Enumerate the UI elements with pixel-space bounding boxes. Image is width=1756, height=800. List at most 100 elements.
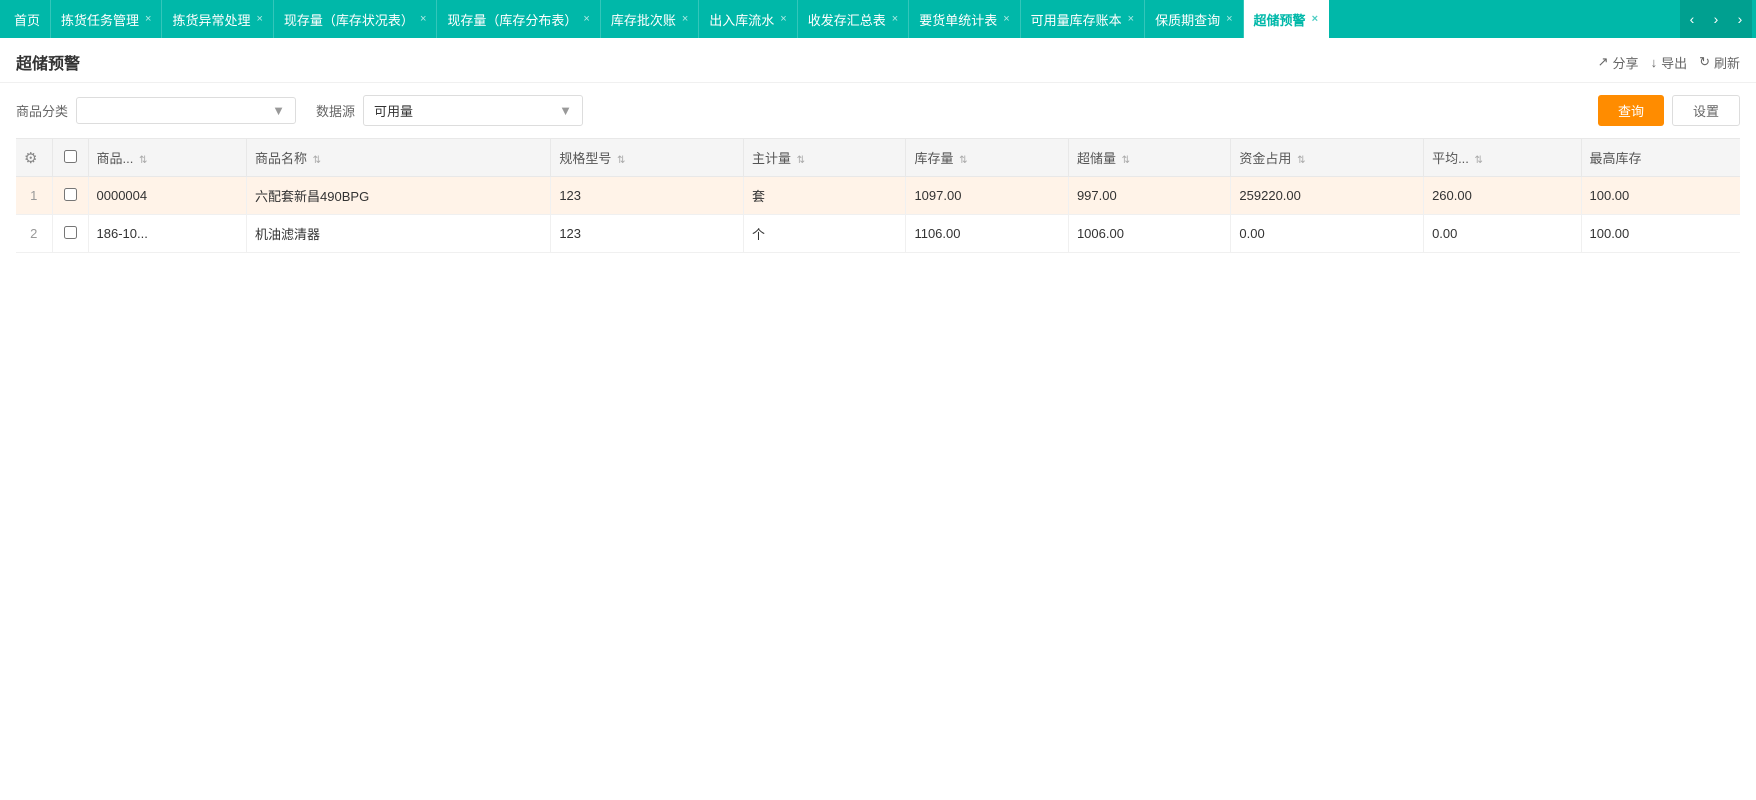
col-stock[interactable]: 库存量 ⇅	[906, 139, 1068, 177]
nav-tab-task[interactable]: 拣货任务管理 ×	[51, 0, 162, 38]
row-max-stock: 100.00	[1581, 215, 1740, 253]
row-unit: 套	[743, 177, 905, 215]
table-row: 1 0000004 六配套新昌490BPG 123 套 1097.00 997.…	[16, 177, 1740, 215]
close-tab-inventory-dist[interactable]: ×	[583, 13, 589, 25]
col-settings: ⚙	[16, 139, 52, 177]
nav-tab-shelf-life[interactable]: 保质期查询 ×	[1145, 0, 1243, 38]
settings-gear-icon[interactable]: ⚙	[24, 149, 37, 167]
col-checkbox	[52, 139, 88, 177]
row-capital: 259220.00	[1231, 177, 1424, 215]
category-filter-group: 商品分类 ▼	[16, 97, 296, 124]
sort-product-code-icon: ⇅	[139, 155, 147, 166]
table-row: 2 186-10... 机油滤清器 123 个 1106.00 1006.00 …	[16, 215, 1740, 253]
sort-unit-icon: ⇅	[797, 155, 805, 166]
row-product-code: 0000004	[88, 177, 247, 215]
row-checkbox-cell	[52, 215, 88, 253]
col-product-name[interactable]: 商品名称 ⇅	[247, 139, 551, 177]
row-overstock: 997.00	[1068, 177, 1230, 215]
nav-arrows: ‹ › ›	[1680, 0, 1752, 38]
close-tab-avail-stock[interactable]: ×	[1128, 13, 1134, 25]
datasource-select-value: 可用量	[374, 101, 413, 120]
close-tab-order-stat[interactable]: ×	[1003, 13, 1009, 25]
row-checkbox[interactable]	[64, 226, 77, 239]
header-actions: ↗ 分享 ↓ 导出 ↻ 刷新	[1598, 53, 1740, 72]
sort-capital-icon: ⇅	[1297, 155, 1305, 166]
nav-tab-collect[interactable]: 收发存汇总表 ×	[798, 0, 909, 38]
table-container: ⚙ 商品... ⇅ 商品名称 ⇅ 规格型号 ⇅	[0, 138, 1756, 253]
row-stock: 1097.00	[906, 177, 1068, 215]
share-action[interactable]: ↗ 分享	[1598, 53, 1639, 72]
nav-tab-batch[interactable]: 库存批次账 ×	[601, 0, 699, 38]
datasource-label: 数据源	[316, 101, 355, 120]
col-capital[interactable]: 资金占用 ⇅	[1231, 139, 1424, 177]
col-avg[interactable]: 平均... ⇅	[1424, 139, 1581, 177]
close-tab-batch[interactable]: ×	[682, 13, 688, 25]
share-icon: ↗	[1598, 54, 1609, 70]
top-nav: 首页 拣货任务管理 × 拣货异常处理 × 现存量（库存状况表） × 现存量（库存…	[0, 0, 1756, 38]
close-tab-inventory-status[interactable]: ×	[420, 13, 426, 25]
row-unit: 个	[743, 215, 905, 253]
nav-next-button[interactable]: ›	[1704, 0, 1728, 38]
sort-overstock-icon: ⇅	[1122, 155, 1130, 166]
row-product-code: 186-10...	[88, 215, 247, 253]
export-icon: ↓	[1651, 55, 1658, 70]
nav-tab-avail-stock[interactable]: 可用量库存账本 ×	[1021, 0, 1145, 38]
col-overstock[interactable]: 超储量 ⇅	[1068, 139, 1230, 177]
row-spec: 123	[551, 177, 744, 215]
category-select-arrow: ▼	[272, 103, 285, 118]
page-title: 超储预警	[16, 50, 80, 74]
nav-tab-home[interactable]: 首页	[4, 0, 51, 38]
refresh-action[interactable]: ↻ 刷新	[1699, 53, 1740, 72]
nav-tab-inventory-status[interactable]: 现存量（库存状况表） ×	[274, 0, 437, 38]
filter-buttons: 查询 设置	[1598, 95, 1740, 126]
sort-stock-icon: ⇅	[959, 155, 967, 166]
category-select[interactable]: ▼	[76, 97, 296, 124]
close-tab-shelf-life[interactable]: ×	[1226, 13, 1232, 25]
datasource-select-arrow: ▼	[559, 103, 572, 118]
row-capital: 0.00	[1231, 215, 1424, 253]
refresh-icon: ↻	[1699, 54, 1710, 70]
row-avg: 0.00	[1424, 215, 1581, 253]
col-max-stock[interactable]: 最高库存	[1581, 139, 1740, 177]
row-max-stock: 100.00	[1581, 177, 1740, 215]
sort-avg-icon: ⇅	[1475, 155, 1483, 166]
row-product-name: 六配套新昌490BPG	[247, 177, 551, 215]
col-product-code[interactable]: 商品... ⇅	[88, 139, 247, 177]
category-label: 商品分类	[16, 101, 68, 120]
col-spec[interactable]: 规格型号 ⇅	[551, 139, 744, 177]
close-tab-overstock[interactable]: ×	[1312, 13, 1318, 25]
row-checkbox[interactable]	[64, 188, 77, 201]
nav-tab-overstock[interactable]: 超储预警 ×	[1244, 0, 1329, 38]
nav-prev-button[interactable]: ‹	[1680, 0, 1704, 38]
row-num: 1	[16, 177, 52, 215]
table-header-row: ⚙ 商品... ⇅ 商品名称 ⇅ 规格型号 ⇅	[16, 139, 1740, 177]
row-checkbox-cell	[52, 177, 88, 215]
settings-button[interactable]: 设置	[1672, 95, 1740, 126]
close-tab-collect[interactable]: ×	[892, 13, 898, 25]
row-num: 2	[16, 215, 52, 253]
nav-tab-inventory-dist[interactable]: 现存量（库存分布表） ×	[437, 0, 600, 38]
nav-menu-button[interactable]: ›	[1728, 0, 1752, 38]
nav-tab-inout[interactable]: 出入库流水 ×	[699, 0, 797, 38]
row-stock: 1106.00	[906, 215, 1068, 253]
export-action[interactable]: ↓ 导出	[1651, 53, 1688, 72]
data-table: ⚙ 商品... ⇅ 商品名称 ⇅ 规格型号 ⇅	[16, 138, 1740, 253]
row-overstock: 1006.00	[1068, 215, 1230, 253]
sort-product-name-icon: ⇅	[313, 155, 321, 166]
page-content: 超储预警 ↗ 分享 ↓ 导出 ↻ 刷新 商品分类 ▼ 数据源	[0, 38, 1756, 800]
page-header: 超储预警 ↗ 分享 ↓ 导出 ↻ 刷新	[0, 38, 1756, 83]
query-button[interactable]: 查询	[1598, 95, 1664, 126]
datasource-select[interactable]: 可用量 ▼	[363, 95, 583, 126]
close-tab-abnormal[interactable]: ×	[256, 13, 262, 25]
row-spec: 123	[551, 215, 744, 253]
close-tab-task[interactable]: ×	[145, 13, 151, 25]
select-all-checkbox[interactable]	[64, 150, 77, 163]
close-tab-inout[interactable]: ×	[780, 13, 786, 25]
nav-tab-abnormal[interactable]: 拣货异常处理 ×	[162, 0, 273, 38]
col-unit[interactable]: 主计量 ⇅	[743, 139, 905, 177]
row-product-name: 机油滤清器	[247, 215, 551, 253]
nav-tab-order-stat[interactable]: 要货单统计表 ×	[909, 0, 1020, 38]
row-avg: 260.00	[1424, 177, 1581, 215]
datasource-filter-group: 数据源 可用量 ▼	[316, 95, 583, 126]
filter-area: 商品分类 ▼ 数据源 可用量 ▼ 查询 设置	[0, 83, 1756, 138]
